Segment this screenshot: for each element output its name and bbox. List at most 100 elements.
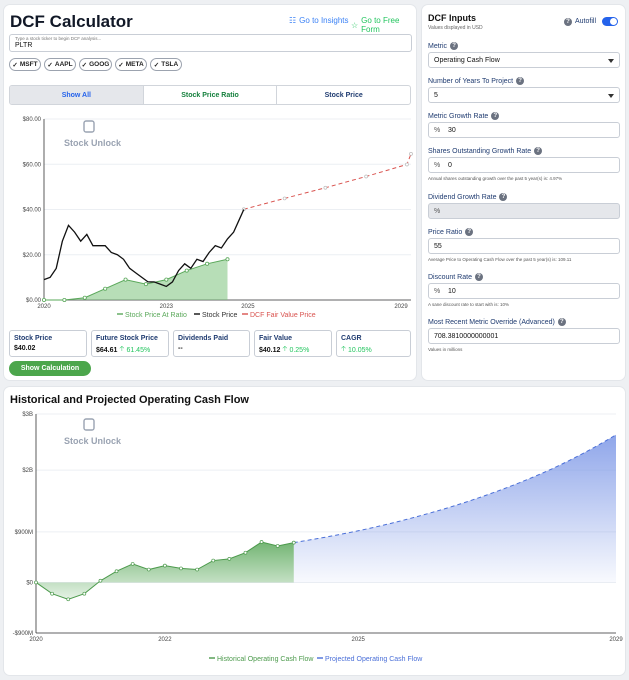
- arrow-up-icon: 🡡: [341, 346, 347, 353]
- dcf-calculator-card: DCF Calculator ☷ Go to Insights ☆ Go to Fr…: [3, 4, 417, 381]
- historical-point: [291, 540, 296, 545]
- dcf-point: [364, 174, 368, 179]
- ratio-point: [225, 257, 230, 262]
- show-calculation-button[interactable]: Show Calculation: [9, 361, 91, 376]
- x-tick-label: 2025: [241, 304, 255, 310]
- arrow-up-icon: 🡡: [119, 346, 125, 353]
- brand-name: Stock Unlock: [64, 138, 122, 148]
- stock-price-chart: $80.00$60.00$40.00$20.00$0.002020 2023 202…: [23, 117, 413, 319]
- fair-value-stat: Fair Value $40.12 🡡 0.25%: [254, 330, 332, 357]
- dividend-growth-label: Dividend Growth Rate?: [428, 193, 508, 201]
- help-icon: ?: [474, 273, 483, 281]
- y-tick-label: $0: [26, 580, 33, 586]
- cash-flow-chart: $3B$2B$900M$0-$900M2020 2022 2025 2029Stock…: [13, 412, 624, 663]
- x-tick-label: 2022: [158, 637, 172, 643]
- historical-area: [36, 542, 294, 600]
- historical-point: [34, 580, 38, 585]
- legend-label: Projected Operating Cash Flow: [325, 656, 423, 663]
- go-to-insights-link[interactable]: ☷ Go to Insights: [289, 16, 349, 25]
- check-icon: ✓: [81, 61, 88, 69]
- ticker-input[interactable]: Type a stock ticker to begin DCF analysi…: [9, 34, 412, 52]
- ratio-point: [164, 277, 169, 282]
- ticker-chip-aapl[interactable]: ✓ AAPL: [44, 58, 76, 71]
- x-tick-label: 2029: [394, 304, 408, 310]
- historical-point: [66, 597, 71, 602]
- y-tick-label: $20.00: [23, 253, 42, 259]
- discount-rate-input[interactable]: % 10: [428, 283, 620, 299]
- cagr-label: CAGR: [341, 335, 362, 342]
- percent-prefix: %: [434, 127, 441, 134]
- ratio-point: [143, 282, 148, 287]
- ticker-chip-msft[interactable]: ✓ MSFT: [9, 58, 41, 71]
- x-tick-label: 2023: [160, 304, 174, 310]
- override-input[interactable]: 708.3810000000001: [428, 328, 620, 344]
- stock-unlock-logo: Stock Unlock: [64, 418, 122, 446]
- ratio-point: [62, 297, 67, 302]
- lock-icon: [83, 120, 95, 133]
- ratio-point: [82, 295, 87, 300]
- override-note: Values in millions: [428, 347, 463, 352]
- discount-rate-label: Discount Rate?: [428, 273, 483, 281]
- help-icon: ?: [534, 147, 543, 155]
- price-ratio-label: Price Ratio?: [428, 228, 474, 236]
- price-ratio-input[interactable]: 55: [428, 238, 620, 254]
- percent-prefix: %: [434, 208, 441, 215]
- help-icon: ?: [516, 77, 525, 85]
- view-tabs: Show All Stock Price Ratio Stock Price: [9, 85, 411, 105]
- stock-price-label: Stock Price: [14, 335, 53, 342]
- ticker-input-label: Type a stock ticker to begin DCF analysi…: [15, 36, 102, 41]
- tab-stock-price[interactable]: Stock Price: [277, 86, 410, 104]
- ticker-chip-meta[interactable]: ✓ META: [115, 58, 147, 71]
- ticker-input-value: PLTR: [15, 42, 33, 49]
- y-tick-label: $60.00: [23, 162, 42, 168]
- x-tick-label: 2020: [29, 637, 43, 643]
- shares-growth-input[interactable]: % 0: [428, 157, 620, 173]
- dcf-inputs-title: DCF Inputs: [428, 13, 476, 23]
- ratio-point: [103, 286, 108, 291]
- percent-prefix: %: [434, 288, 441, 295]
- legend-label: Stock Price: [202, 312, 238, 319]
- y-tick-label: $3B: [22, 412, 33, 418]
- cagr-value: 10.05%: [348, 347, 372, 354]
- go-to-free-form-link[interactable]: ☆ Go to Free Form: [351, 16, 416, 34]
- future-stock-price-label: Future Stock Price: [96, 335, 158, 342]
- historical-point: [98, 578, 103, 583]
- historical-point: [275, 544, 280, 548]
- dcf-inputs-subtitle: Values displayed in USD: [428, 25, 483, 31]
- projected-area: [293, 434, 616, 583]
- ticker-chip-tsla[interactable]: ✓ TSLA: [150, 58, 182, 71]
- dcf-point: [409, 151, 413, 156]
- autofill-toggle[interactable]: [602, 17, 619, 26]
- historical-point: [163, 563, 167, 568]
- override-label: Most Recent Metric Override (Advanced)?: [428, 318, 566, 326]
- check-icon: ✓: [118, 61, 124, 69]
- check-icon: ✓: [47, 61, 53, 69]
- star-icon: ☆: [351, 20, 359, 30]
- ratio-area: [44, 259, 228, 300]
- help-icon: ?: [499, 193, 508, 201]
- insights-icon: ☷: [289, 16, 297, 25]
- tab-show-all[interactable]: Show All: [10, 86, 144, 104]
- historical-point: [227, 557, 232, 561]
- metric-select[interactable]: Operating Cash Flow: [428, 52, 620, 68]
- fair-value-value: $40.12: [259, 347, 281, 354]
- x-tick-label: 2029: [609, 637, 623, 643]
- historical-point: [243, 550, 248, 555]
- y-tick-label: $40.00: [23, 208, 42, 214]
- years-label: Number of Years To Project?: [428, 77, 525, 85]
- shares-growth-note: Annual shares outstanding growth over th…: [428, 176, 563, 181]
- years-select[interactable]: 5: [428, 87, 620, 103]
- legend-label: DCF Fair Value Price: [250, 312, 316, 319]
- tab-stock-price-ratio[interactable]: Stock Price Ratio: [144, 86, 278, 104]
- stock-price-value: $40.02: [14, 345, 36, 352]
- dividend-growth-input[interactable]: %: [428, 203, 620, 219]
- cash-flow-title: Historical and Projected Operating Cash …: [10, 394, 249, 406]
- price-ratio-note: Average Price to Operating Cash Flow ove…: [428, 257, 572, 262]
- brand-name: Stock Unlock: [64, 436, 122, 446]
- dividends-paid-value: --: [178, 345, 183, 352]
- growth-rate-input[interactable]: % 30: [428, 122, 620, 138]
- ticker-chip-goog[interactable]: ✓ GOOG: [79, 58, 112, 71]
- autofill-control: ? Autofill: [564, 17, 619, 26]
- check-icon: ✓: [153, 61, 160, 69]
- historical-point: [146, 567, 151, 572]
